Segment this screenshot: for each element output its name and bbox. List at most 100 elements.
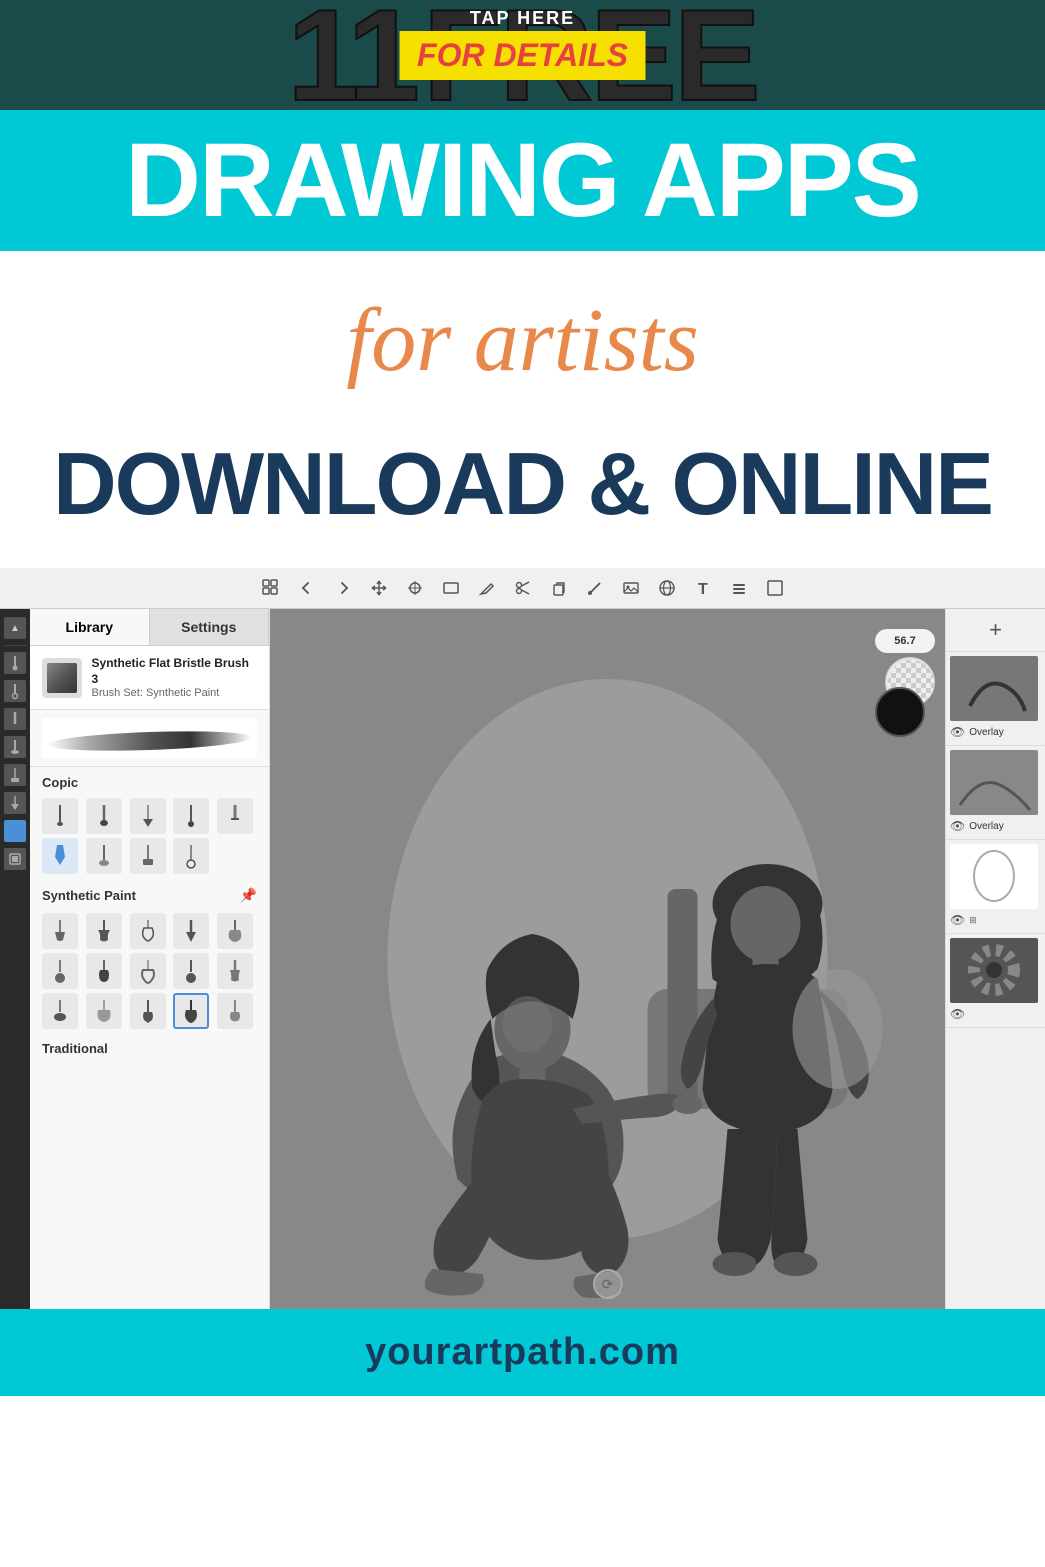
toolbar-rect-icon[interactable] bbox=[439, 576, 463, 600]
brush-stroke-line bbox=[47, 729, 253, 754]
toolbar-brush-icon[interactable] bbox=[583, 576, 607, 600]
brush-item[interactable] bbox=[130, 798, 166, 834]
toolbar-back-icon[interactable] bbox=[295, 576, 319, 600]
brush-item[interactable] bbox=[173, 798, 209, 834]
toolbar-text-icon[interactable]: T bbox=[691, 576, 715, 600]
brush-preview bbox=[30, 710, 269, 767]
brush-item[interactable] bbox=[86, 953, 122, 989]
scroll-indicator[interactable]: ⟳ bbox=[593, 1269, 623, 1299]
brush-grid-copic bbox=[30, 794, 269, 878]
brush-tab-library[interactable]: Library bbox=[30, 609, 150, 645]
brush-panel-tabs: Library Settings bbox=[30, 609, 269, 646]
brush-item[interactable] bbox=[86, 993, 122, 1029]
brush-item[interactable] bbox=[130, 913, 166, 949]
headline-number: 11 bbox=[287, 0, 414, 120]
for-details-badge[interactable]: For Details bbox=[399, 31, 646, 80]
toolbar-grid-icon[interactable] bbox=[259, 576, 283, 600]
layer-item[interactable]: 👁 bbox=[946, 934, 1045, 1028]
toolbar-square-icon[interactable] bbox=[763, 576, 787, 600]
toolbar-copy-icon[interactable] bbox=[547, 576, 571, 600]
brush-item[interactable] bbox=[217, 993, 253, 1029]
toolbar-globe-icon[interactable] bbox=[655, 576, 679, 600]
brush-set-label: Brush Set: Synthetic Paint bbox=[92, 687, 257, 699]
brush-name: Synthetic Flat Bristle Brush 3 bbox=[92, 656, 257, 687]
layer-thumbnail bbox=[950, 938, 1038, 1003]
tool-3[interactable] bbox=[4, 708, 26, 730]
brush-info: Synthetic Flat Bristle Brush 3 Brush Set… bbox=[92, 656, 257, 699]
layer-info: 👁 ⊞ bbox=[950, 911, 1041, 929]
layer-thumbnail bbox=[950, 844, 1038, 909]
brush-item[interactable] bbox=[42, 993, 78, 1029]
brush-item[interactable] bbox=[173, 953, 209, 989]
brush-item[interactable] bbox=[130, 993, 166, 1029]
brush-item[interactable] bbox=[217, 913, 253, 949]
color-swatch-container[interactable] bbox=[875, 657, 935, 737]
brush-category-synthetic[interactable]: Synthetic Paint bbox=[42, 884, 136, 907]
layer-info: 👁 Overlay bbox=[950, 817, 1041, 835]
brush-item[interactable] bbox=[130, 838, 166, 874]
layer-name: Overlay bbox=[969, 727, 1003, 738]
layer-thumbnail bbox=[950, 750, 1038, 815]
toolbar-move-icon[interactable] bbox=[367, 576, 391, 600]
layer-item[interactable]: 👁 Overlay bbox=[946, 652, 1045, 746]
toolbar-pen-icon[interactable] bbox=[475, 576, 499, 600]
tool-6[interactable] bbox=[4, 792, 26, 814]
for-artists-text: for artists bbox=[20, 291, 1025, 390]
tool-4[interactable] bbox=[4, 736, 26, 758]
layer-visibility-icon[interactable]: 👁 bbox=[950, 1007, 965, 1021]
layer-item[interactable]: 👁 Overlay bbox=[946, 746, 1045, 840]
brush-item[interactable] bbox=[173, 838, 209, 874]
tap-here-label: TAP HERE bbox=[399, 8, 646, 29]
brush-item[interactable] bbox=[42, 838, 78, 874]
tool-5[interactable] bbox=[4, 764, 26, 786]
toolbar-forward-icon[interactable] bbox=[331, 576, 355, 600]
pin-icon[interactable]: 📌 bbox=[240, 887, 257, 904]
toolbar-transform-icon[interactable] bbox=[403, 576, 427, 600]
canvas-area[interactable]: 56.7 bbox=[270, 609, 945, 1309]
brush-item[interactable] bbox=[86, 913, 122, 949]
right-layers-panel: + 👁 Overlay � bbox=[945, 609, 1045, 1309]
brush-item[interactable] bbox=[42, 953, 78, 989]
brush-category-copic[interactable]: Copic bbox=[30, 767, 269, 794]
toolbar-scissors-icon[interactable] bbox=[511, 576, 535, 600]
canvas-drawing bbox=[270, 609, 945, 1309]
drawing-apps-title: DRAWING APPS bbox=[20, 128, 1025, 233]
brush-item[interactable] bbox=[42, 913, 78, 949]
layer-visibility-icon[interactable]: 👁 bbox=[950, 725, 965, 739]
footer-bar: yourartpath.com bbox=[0, 1309, 1045, 1396]
layer-expand-icon: ⊞ bbox=[969, 915, 977, 926]
opacity-control[interactable]: 56.7 bbox=[875, 629, 935, 653]
brush-item[interactable] bbox=[217, 953, 253, 989]
toolbar-image-icon[interactable] bbox=[619, 576, 643, 600]
for-artists-section: for artists bbox=[0, 251, 1045, 420]
screenshot-wrapper: T ▲ bbox=[0, 568, 1045, 1309]
brush-item[interactable] bbox=[42, 798, 78, 834]
canvas-bottom: ⟳ bbox=[593, 1269, 623, 1299]
layer-item[interactable]: 👁 ⊞ bbox=[946, 840, 1045, 934]
brush-tab-settings[interactable]: Settings bbox=[150, 609, 270, 645]
brush-item[interactable] bbox=[130, 953, 166, 989]
add-layer-button[interactable]: + bbox=[946, 609, 1045, 652]
tool-upload[interactable]: ▲ bbox=[4, 617, 26, 639]
layer-visibility-icon[interactable]: 👁 bbox=[950, 819, 965, 833]
brush-category-traditional[interactable]: Traditional bbox=[30, 1033, 269, 1060]
layer-thumbnail bbox=[950, 656, 1038, 721]
brush-item-selected[interactable] bbox=[173, 993, 209, 1029]
brush-item[interactable] bbox=[217, 798, 253, 834]
tool-brush[interactable] bbox=[4, 652, 26, 674]
tool-opacity[interactable] bbox=[4, 848, 26, 870]
brush-item[interactable] bbox=[173, 913, 209, 949]
screenshot-section: T ▲ bbox=[0, 568, 1045, 1309]
tool-active[interactable] bbox=[4, 820, 26, 842]
brush-thumbnail bbox=[42, 658, 82, 698]
layer-visibility-icon[interactable]: 👁 bbox=[950, 913, 965, 927]
toolbar-layers-icon[interactable] bbox=[727, 576, 751, 600]
brush-item[interactable] bbox=[86, 838, 122, 874]
brush-item[interactable] bbox=[86, 798, 122, 834]
brush-selected: Synthetic Flat Bristle Brush 3 Brush Set… bbox=[30, 646, 269, 710]
opacity-value: 56.7 bbox=[894, 635, 915, 647]
brush-thumb-image bbox=[47, 663, 77, 693]
background-color-swatch[interactable] bbox=[875, 687, 925, 737]
tap-here-badge[interactable]: TAP HERE For Details bbox=[399, 8, 646, 80]
tool-2[interactable] bbox=[4, 680, 26, 702]
